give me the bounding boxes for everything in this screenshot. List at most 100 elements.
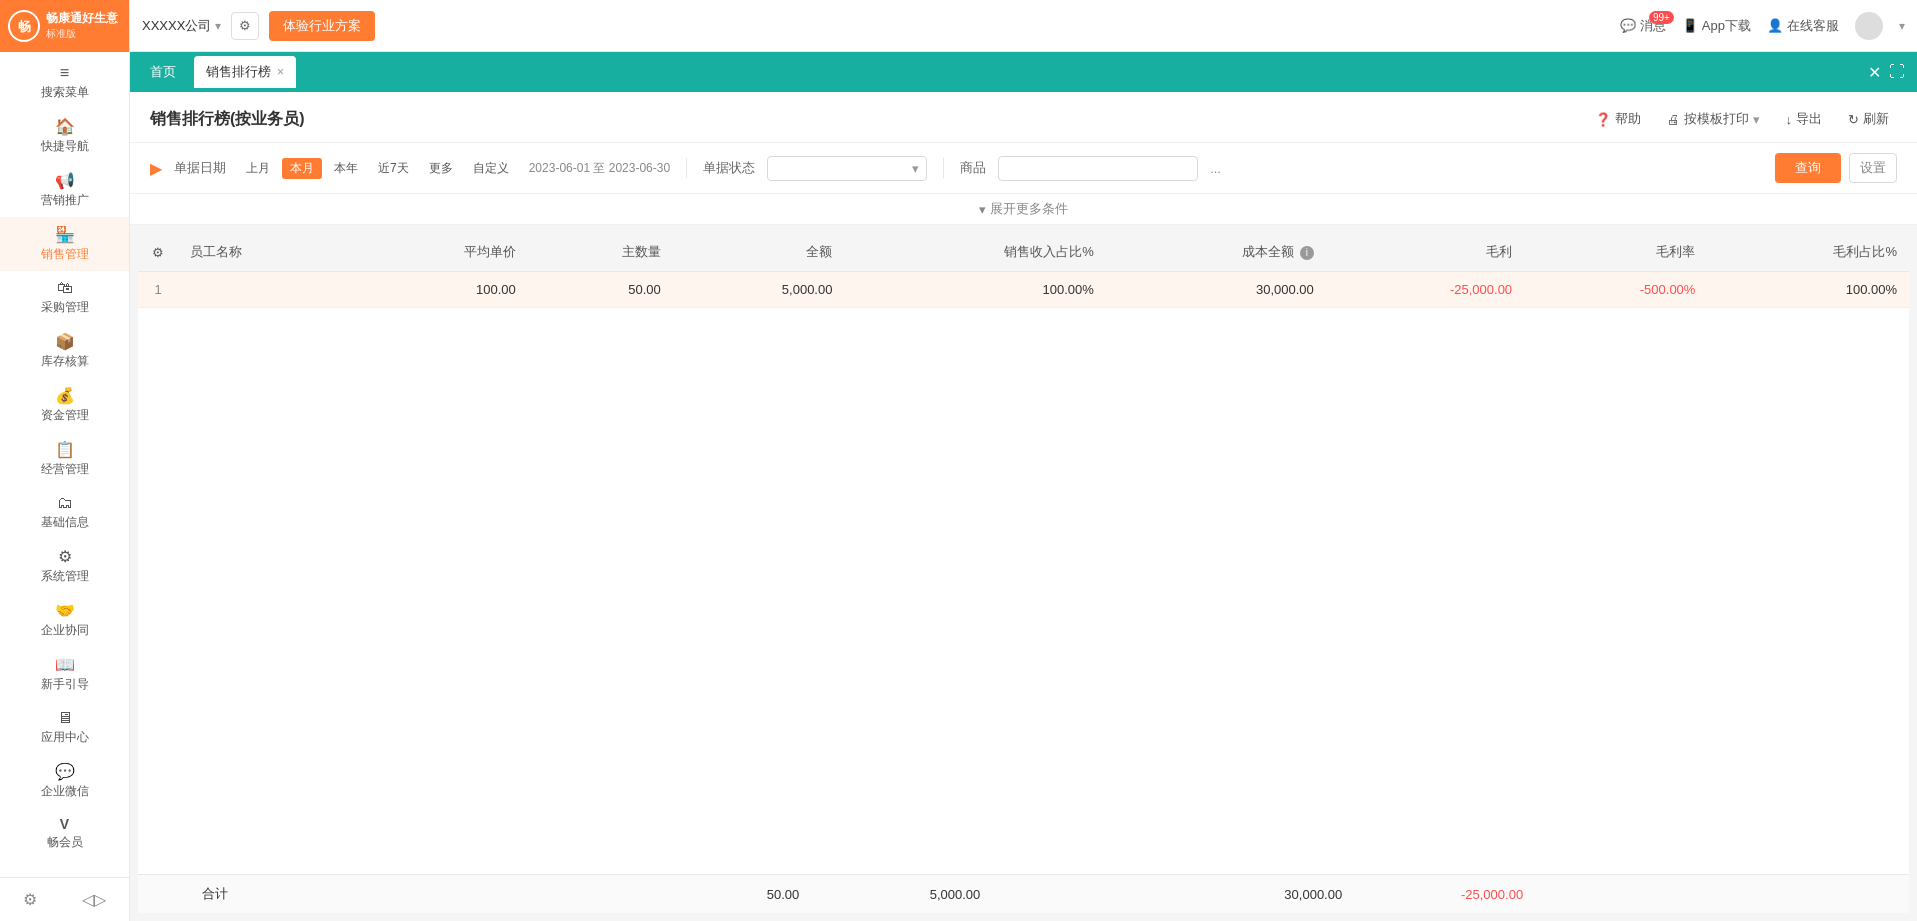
date-tab-more[interactable]: 更多: [421, 158, 461, 179]
sidebar-item-inventory[interactable]: 📦 库存核算: [0, 324, 129, 378]
footer-gross: -25,000.00: [1354, 887, 1535, 902]
sidebar: 畅 畅康通好生意 标准版 ≡ 搜索菜单 🏠 快捷导航 📢 营销推广 🏪 销售管理…: [0, 0, 130, 921]
sidebar-item-member[interactable]: V 畅会员: [0, 808, 129, 859]
message-badge: 99+: [1649, 11, 1674, 24]
tab-sales-rank[interactable]: 销售排行榜 ×: [194, 56, 296, 88]
enterprise-icon: 🤝: [55, 601, 75, 620]
date-tab-last-month[interactable]: 上月: [238, 158, 278, 179]
print-button[interactable]: 🖨 按模板打印 ▾: [1659, 106, 1768, 132]
wechat-icon: 💬: [55, 762, 75, 781]
col-avg-price: 平均单价: [353, 233, 528, 272]
export-icon: ↓: [1786, 112, 1793, 127]
goods-label: 商品: [960, 159, 986, 177]
footer-amount: 5,000.00: [811, 887, 992, 902]
date-tab-custom[interactable]: 自定义: [465, 158, 517, 179]
topbar-settings-button[interactable]: ⚙: [231, 12, 259, 40]
data-table: ⚙ 员工名称 平均单价 主数量 全额: [138, 233, 1909, 308]
svg-text:畅: 畅: [18, 19, 31, 34]
page-content: 销售排行榜(按业务员) ❓ 帮助 🖨 按模板打印 ▾ ↓ 导出 ↻ 刷新: [130, 92, 1917, 921]
trial-button[interactable]: 体验行业方案: [269, 11, 375, 41]
sidebar-item-finance[interactable]: 💰 资金管理: [0, 378, 129, 432]
messages-button[interactable]: 💬 消息 99+: [1620, 17, 1666, 35]
logo-text: 畅康通好生意: [46, 11, 118, 27]
tab-sales-rank-label: 销售排行榜: [206, 63, 271, 81]
company-selector[interactable]: XXXXX公司 ▾: [142, 17, 221, 35]
col-amount: 全额: [673, 233, 845, 272]
settings-icon: ⚙: [239, 18, 251, 33]
sidebar-item-wechat[interactable]: 💬 企业微信: [0, 754, 129, 808]
tab-minimize-button[interactable]: ✕: [1868, 63, 1881, 82]
sidebar-item-label-operations: 经营管理: [41, 461, 89, 478]
sidebar-item-operations[interactable]: 📋 经营管理: [0, 432, 129, 486]
query-button[interactable]: 查询: [1775, 153, 1841, 183]
filter-divider-2: [943, 158, 944, 178]
export-label: 导出: [1796, 110, 1822, 128]
cell-name: [178, 272, 353, 308]
settings-button[interactable]: 设置: [1849, 153, 1897, 183]
sidebar-collapse-btn[interactable]: ◁▷: [78, 886, 110, 913]
marketing-icon: 📢: [55, 171, 75, 190]
export-button[interactable]: ↓ 导出: [1778, 106, 1831, 132]
sidebar-item-label-guide: 新手引导: [41, 676, 89, 693]
tab-maximize-button[interactable]: ⛶: [1889, 63, 1905, 81]
sidebar-item-label-search: 搜索菜单: [41, 84, 89, 101]
goods-more-btn[interactable]: ...: [1210, 161, 1221, 176]
footer-total-label: 合计: [190, 885, 449, 903]
help-label: 帮助: [1615, 110, 1641, 128]
date-tab-this-month[interactable]: 本月: [282, 158, 322, 179]
sidebar-item-guide[interactable]: 📖 新手引导: [0, 647, 129, 701]
sidebar-item-system[interactable]: ⚙ 系统管理: [0, 539, 129, 593]
sidebar-item-sales[interactable]: 🏪 销售管理: [0, 217, 129, 271]
main-content: XXXXX公司 ▾ ⚙ 体验行业方案 💬 消息 99+ 📱 App下载 👤 在线…: [130, 0, 1917, 921]
sidebar-item-label-wechat: 企业微信: [41, 783, 89, 800]
company-chevron-icon: ▾: [215, 19, 221, 33]
sidebar-item-enterprise[interactable]: 🤝 企业协同: [0, 593, 129, 647]
finance-icon: 💰: [55, 386, 75, 405]
filter-collapse-btn[interactable]: ▶: [150, 159, 162, 178]
sidebar-item-quicknav[interactable]: 🏠 快捷导航: [0, 109, 129, 163]
sidebar-item-purchase[interactable]: 🛍 采购管理: [0, 271, 129, 324]
cell-avg-price: 100.00: [353, 272, 528, 308]
purchase-icon: 🛍: [57, 279, 73, 297]
refresh-label: 刷新: [1863, 110, 1889, 128]
sidebar-item-marketing[interactable]: 📢 营销推广: [0, 163, 129, 217]
sidebar-item-label-enterprise: 企业协同: [41, 622, 89, 639]
expand-more-button[interactable]: ▾ 展开更多条件: [979, 200, 1068, 218]
status-select-wrap: ▾: [767, 156, 927, 181]
topbar: XXXXX公司 ▾ ⚙ 体验行业方案 💬 消息 99+ 📱 App下载 👤 在线…: [130, 0, 1917, 52]
tab-close-icon[interactable]: ×: [277, 65, 284, 79]
footer-cost: 30,000.00: [1173, 887, 1354, 902]
expand-more-label: 展开更多条件: [990, 200, 1068, 218]
sidebar-item-search[interactable]: ≡ 搜索菜单: [0, 56, 129, 109]
col-settings[interactable]: ⚙: [138, 233, 178, 272]
sidebar-item-label-quicknav: 快捷导航: [41, 138, 89, 155]
date-label: 单据日期: [174, 159, 226, 177]
date-tab-7days[interactable]: 近7天: [370, 158, 417, 179]
page-title: 销售排行榜(按业务员): [150, 109, 305, 130]
tabbar: 首页 销售排行榜 × ✕ ⛶: [130, 52, 1917, 92]
cell-revenue-pct: 100.00%: [844, 272, 1105, 308]
cell-rank: 1: [138, 272, 178, 308]
status-label: 单据状态: [703, 159, 755, 177]
help-button[interactable]: ❓ 帮助: [1587, 106, 1649, 132]
inventory-icon: 📦: [55, 332, 75, 351]
date-tab-this-year[interactable]: 本年: [326, 158, 366, 179]
status-select[interactable]: [767, 156, 927, 181]
service-icon: 👤: [1767, 18, 1783, 33]
sidebar-item-label-purchase: 采购管理: [41, 299, 89, 316]
sidebar-item-apps[interactable]: 🖥 应用中心: [0, 701, 129, 754]
user-avatar[interactable]: [1855, 12, 1883, 40]
cell-cost: 30,000.00: [1106, 272, 1326, 308]
app-download-button[interactable]: 📱 App下载: [1682, 17, 1751, 35]
tab-home[interactable]: 首页: [134, 52, 192, 92]
goods-input[interactable]: [998, 156, 1198, 181]
cell-amount: 5,000.00: [673, 272, 845, 308]
sidebar-item-basic[interactable]: 🗂 基础信息: [0, 486, 129, 539]
sidebar-settings-btn[interactable]: ⚙: [19, 886, 41, 913]
page-header: 销售排行榜(按业务员) ❓ 帮助 🖨 按模板打印 ▾ ↓ 导出 ↻ 刷新: [130, 92, 1917, 143]
cost-info-icon[interactable]: i: [1300, 246, 1314, 260]
online-service-button[interactable]: 👤 在线客服: [1767, 17, 1839, 35]
apps-icon: 🖥: [57, 709, 73, 727]
company-name: XXXXX公司: [142, 17, 211, 35]
refresh-button[interactable]: ↻ 刷新: [1840, 106, 1897, 132]
